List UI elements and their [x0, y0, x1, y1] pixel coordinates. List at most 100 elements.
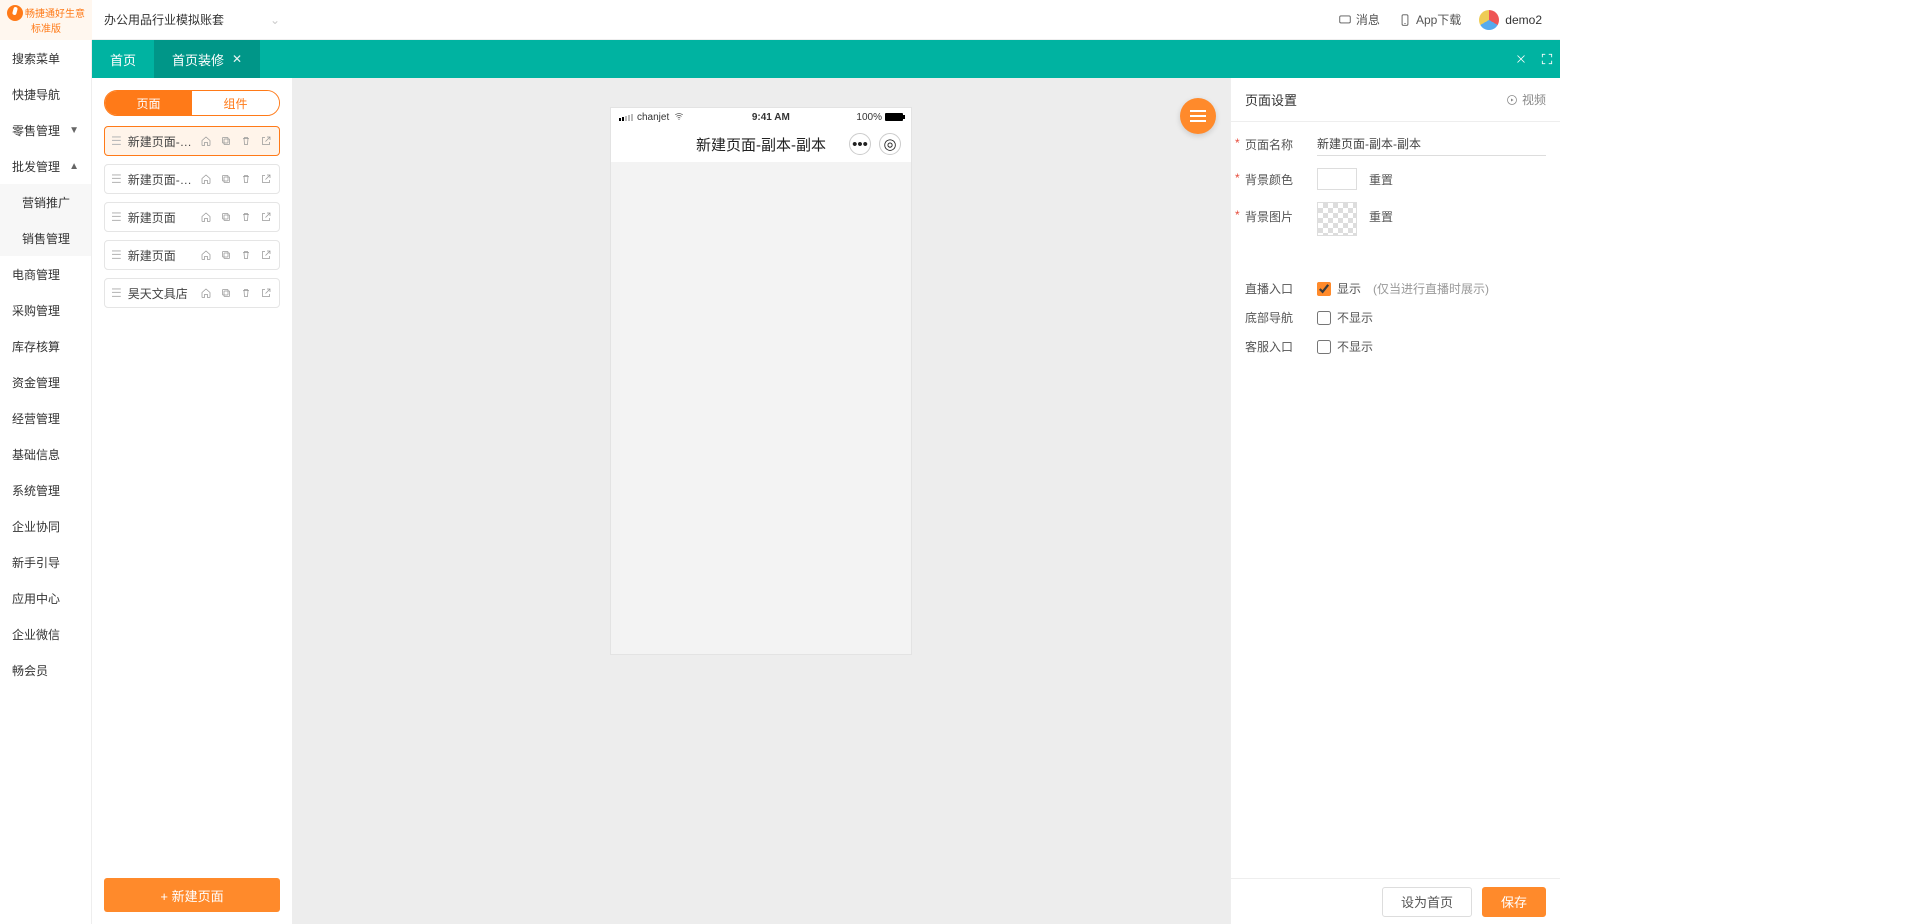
live-hint: (仅当进行直播时展示) [1373, 280, 1489, 297]
sidebar-item[interactable]: 电商管理 [0, 256, 91, 292]
delete-icon[interactable] [239, 210, 253, 224]
home-icon[interactable] [199, 172, 213, 186]
sidebar-item[interactable]: 新手引导 [0, 544, 91, 580]
copy-icon[interactable] [219, 286, 233, 300]
share-icon[interactable] [259, 286, 273, 300]
drag-handle-icon[interactable]: ☰ [111, 248, 122, 262]
share-icon[interactable] [259, 134, 273, 148]
username: demo2 [1505, 13, 1542, 27]
phone-time: 9:41 AM [685, 112, 856, 123]
home-icon[interactable] [199, 134, 213, 148]
sidebar-item[interactable]: 快捷导航 [0, 76, 91, 112]
tab[interactable]: 首页 [92, 40, 154, 78]
delete-icon[interactable] [239, 134, 253, 148]
page-list-item[interactable]: ☰新建页面 [104, 240, 280, 270]
sidebar-item[interactable]: 畅会员 [0, 652, 91, 688]
seg-page-button[interactable]: 页面 [105, 91, 192, 115]
save-button[interactable]: 保存 [1482, 887, 1546, 917]
sidebar-item[interactable]: 企业微信 [0, 616, 91, 652]
miniprogram-close-icon: ◎ [879, 133, 901, 155]
seg-component-button[interactable]: 组件 [192, 91, 279, 115]
bg-color-reset-button[interactable]: 重置 [1369, 171, 1393, 188]
user-menu[interactable]: demo2 [1479, 10, 1542, 30]
bottomnav-label: 底部导航 [1245, 309, 1305, 326]
page-list-item[interactable]: ☰ 新建页面-副本 [104, 164, 280, 194]
sidebar-item[interactable]: 库存核算 [0, 328, 91, 364]
sidebar-item-label: 库存核算 [12, 338, 60, 355]
close-icon[interactable]: ✕ [232, 52, 242, 66]
sidebar-item-label: 畅会员 [12, 662, 48, 679]
sidebar-item[interactable]: 销售管理 [0, 220, 91, 256]
sidebar-item-label: 基础信息 [12, 446, 60, 463]
sidebar-item[interactable]: 企业协同 [0, 508, 91, 544]
drag-handle-icon[interactable]: ☰ [111, 210, 122, 224]
delete-icon[interactable] [239, 286, 253, 300]
page-item-name: 昊天文具店 [128, 285, 193, 302]
drag-handle-icon[interactable]: ☰ [111, 286, 122, 300]
new-page-button[interactable]: + 新建页面 [104, 878, 280, 912]
battery-label: 100% [856, 112, 882, 123]
sidebar-item-label: 资金管理 [12, 374, 60, 391]
sidebar-item[interactable]: 应用中心 [0, 580, 91, 616]
sidebar: 搜索菜单快捷导航零售管理▼批发管理▲营销推广销售管理电商管理采购管理库存核算资金… [0, 40, 92, 924]
sidebar-item[interactable]: 系统管理 [0, 472, 91, 508]
drawer-toggle-button[interactable] [1180, 98, 1216, 134]
video-help-button[interactable]: 视频 [1506, 91, 1546, 108]
live-show-checkbox[interactable]: 显示 [1317, 280, 1361, 297]
sidebar-item-label: 搜索菜单 [12, 50, 60, 67]
drag-handle-icon[interactable]: ☰ [111, 134, 122, 148]
sidebar-item[interactable]: 经营管理 [0, 400, 91, 436]
copy-icon[interactable] [219, 134, 233, 148]
fullscreen-button[interactable] [1534, 40, 1560, 78]
phone-body[interactable] [611, 162, 911, 654]
page-item-name: 新建页面-副本 [128, 171, 193, 188]
bg-color-swatch[interactable] [1317, 168, 1357, 190]
bg-image-swatch[interactable] [1317, 202, 1357, 236]
sidebar-item-label: 采购管理 [12, 302, 60, 319]
account-selector[interactable]: 办公用品行业模拟账套 ⌄ [92, 0, 292, 40]
copy-icon[interactable] [219, 210, 233, 224]
set-home-button[interactable]: 设为首页 [1382, 887, 1472, 917]
phone-status-bar: chanjet 9:41 AM 100% [611, 108, 911, 126]
sidebar-item[interactable]: 搜索菜单 [0, 40, 91, 76]
caret-up-icon: ▲ [69, 161, 79, 172]
copy-icon[interactable] [219, 172, 233, 186]
sidebar-item[interactable]: 资金管理 [0, 364, 91, 400]
page-list-item[interactable]: ☰新建页面-副本-... [104, 126, 280, 156]
home-icon[interactable] [199, 210, 213, 224]
app-download-button[interactable]: App下载 [1398, 11, 1461, 28]
page-list-item[interactable]: ☰ 昊天文具店 [104, 278, 280, 308]
tab-label: 首页装修 [172, 50, 224, 69]
phone-title: 新建页面-副本-副本 [696, 134, 826, 155]
signal-icon [619, 114, 633, 121]
delete-icon[interactable] [239, 248, 253, 262]
tab-label: 首页 [110, 50, 136, 69]
tab-strip: 首页 首页装修 ✕ [92, 40, 1560, 78]
home-icon[interactable] [199, 248, 213, 262]
messages-button[interactable]: 消息 [1338, 11, 1380, 28]
delete-icon[interactable] [239, 172, 253, 186]
sidebar-item[interactable]: 批发管理▲ [0, 148, 91, 184]
share-icon[interactable] [259, 248, 273, 262]
tab-close-all-button[interactable] [1508, 40, 1534, 78]
drag-handle-icon[interactable]: ☰ [111, 172, 122, 186]
sidebar-item[interactable]: 基础信息 [0, 436, 91, 472]
copy-icon[interactable] [219, 248, 233, 262]
service-checkbox[interactable]: 不显示 [1317, 338, 1373, 355]
share-icon[interactable] [259, 172, 273, 186]
chevron-down-icon: ⌄ [270, 13, 280, 27]
share-icon[interactable] [259, 210, 273, 224]
home-icon[interactable] [199, 286, 213, 300]
sidebar-item-label: 应用中心 [12, 590, 60, 607]
bottomnav-checkbox[interactable]: 不显示 [1317, 309, 1373, 326]
page-list-item[interactable]: ☰新建页面 [104, 202, 280, 232]
sidebar-item-label: 电商管理 [12, 266, 60, 283]
sidebar-item[interactable]: 营销推广 [0, 184, 91, 220]
sidebar-item-label: 企业协同 [12, 518, 60, 535]
sidebar-item[interactable]: 零售管理▼ [0, 112, 91, 148]
tab[interactable]: 首页装修 ✕ [154, 40, 260, 78]
bg-image-reset-button[interactable]: 重置 [1369, 202, 1393, 225]
page-component-toggle: 页面 组件 [104, 90, 280, 116]
sidebar-item[interactable]: 采购管理 [0, 292, 91, 328]
page-name-input[interactable] [1317, 132, 1546, 156]
